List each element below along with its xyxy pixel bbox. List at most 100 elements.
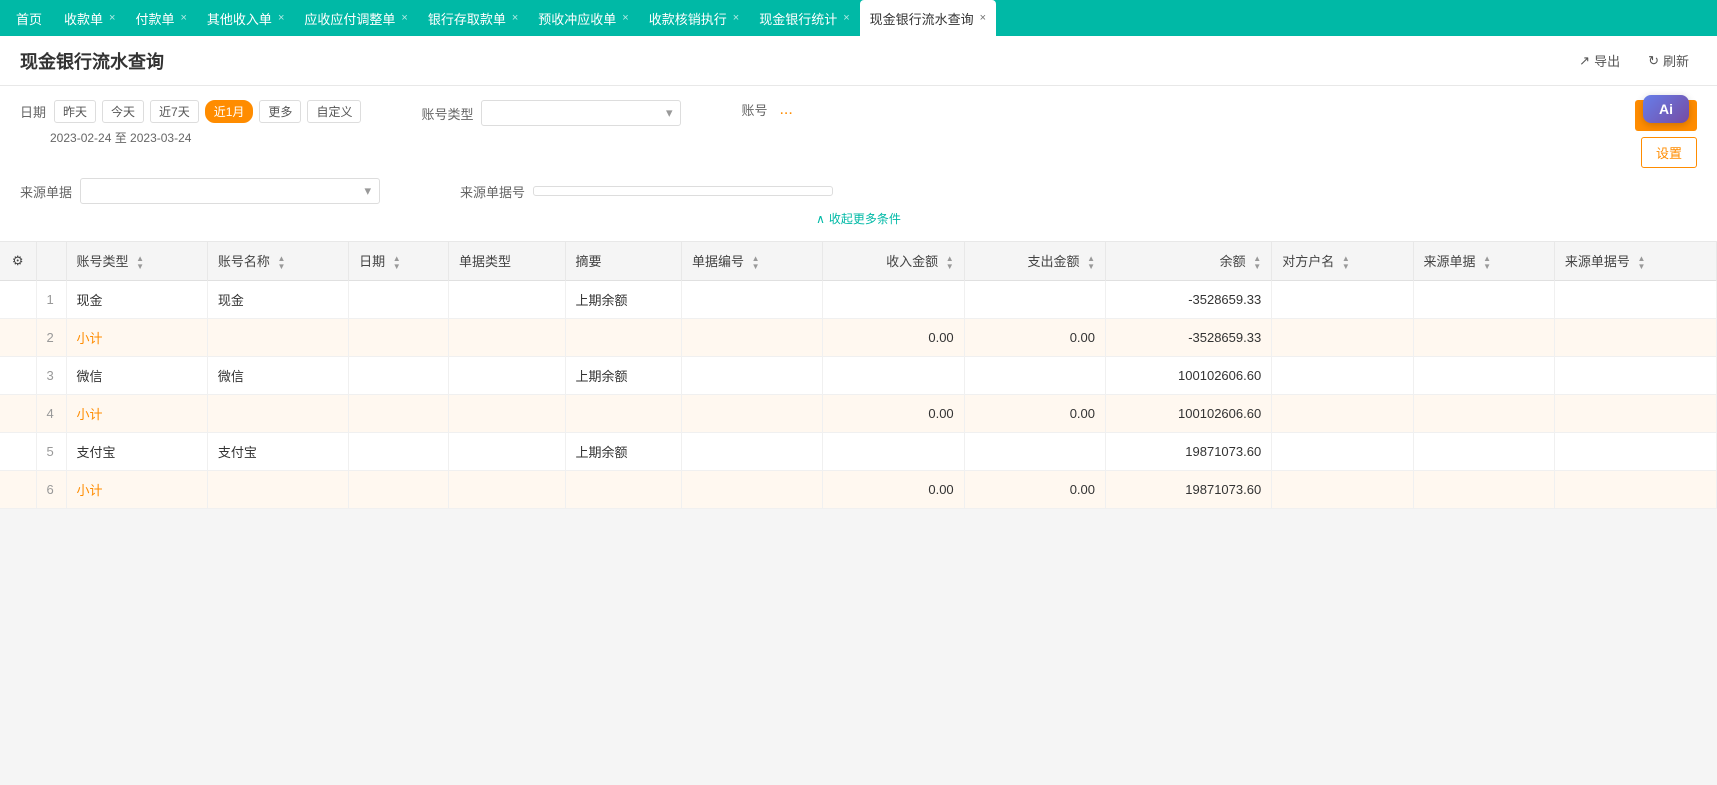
date-btn-today[interactable]: 今天 (102, 100, 144, 123)
cell-counterparty (1272, 318, 1413, 356)
cell-source-doc (1413, 394, 1554, 432)
account-dots[interactable]: ... (775, 101, 796, 119)
cell-account-name: 支付宝 (207, 432, 348, 470)
close-icon[interactable]: × (109, 12, 115, 24)
date-btn-yesterday[interactable]: 昨天 (54, 100, 96, 123)
cell-summary: 上期余额 (565, 356, 682, 394)
date-btn-custom[interactable]: 自定义 (307, 100, 361, 123)
close-icon[interactable]: × (843, 12, 849, 24)
nav-home[interactable]: 首页 (4, 9, 54, 28)
date-btn-7days[interactable]: 近7天 (150, 100, 199, 123)
table-col-date[interactable]: 日期 ▲▼ (349, 242, 449, 280)
account-type-select[interactable]: ▾ (481, 100, 681, 126)
table-col-expense[interactable]: 支出金额 ▲▼ (964, 242, 1105, 280)
cell-doc-no (682, 432, 823, 470)
sort-icon: ▲▼ (1087, 255, 1095, 271)
top-navigation: 首页 收款单 × 付款单 × 其他收入单 × 应收应付调整单 × 银行存取款单 … (0, 0, 1717, 36)
table-col-num (36, 242, 66, 280)
cell-account-type: 支付宝 (66, 432, 207, 470)
sort-icon: ▲▼ (1638, 255, 1646, 271)
cell-expense (964, 356, 1105, 394)
ai-assistant-badge[interactable]: Ai (1643, 95, 1689, 123)
table-row[interactable]: 2小计0.000.00-3528659.33 (0, 318, 1717, 356)
cell-source-doc-no (1554, 470, 1716, 508)
date-btn-1month[interactable]: 近1月 (205, 100, 254, 123)
cell-source-doc-no (1554, 432, 1716, 470)
nav-tab-预收冲应收单[interactable]: 预收冲应收单 × (528, 0, 638, 36)
close-icon[interactable]: × (180, 12, 186, 24)
table-body: 1现金现金上期余额-3528659.332小计0.000.00-3528659.… (0, 280, 1717, 508)
row-number: 3 (36, 356, 66, 394)
sort-icon: ▲▼ (752, 255, 760, 271)
table-row[interactable]: 6小计0.000.0019871073.60 (0, 470, 1717, 508)
nav-tab-付款单[interactable]: 付款单 × (125, 0, 196, 36)
cell-doc-no (682, 318, 823, 356)
settings-button[interactable]: 设置 (1641, 137, 1697, 168)
cell-summary (565, 394, 682, 432)
row-number: 1 (36, 280, 66, 318)
close-icon[interactable]: × (278, 12, 284, 24)
table-col-account-type[interactable]: 账号类型 ▲▼ (66, 242, 207, 280)
nav-tab-现金银行统计[interactable]: 现金银行统计 × (749, 0, 859, 36)
cell-source-doc (1413, 318, 1554, 356)
table-row[interactable]: 3微信微信上期余额100102606.60 (0, 356, 1717, 394)
cell-date (349, 356, 449, 394)
table-col-income[interactable]: 收入金额 ▲▼ (823, 242, 964, 280)
cell-source-doc-no (1554, 356, 1716, 394)
table-col-source-doc[interactable]: 来源单据 ▲▼ (1413, 242, 1554, 280)
cell-doc-type (448, 470, 565, 508)
nav-tab-银行存取款单[interactable]: 银行存取款单 × (418, 0, 528, 36)
nav-tab-收款核销执行[interactable]: 收款核销执行 × (639, 0, 749, 36)
cell-doc-type (448, 318, 565, 356)
nav-tab-应收应付调整单[interactable]: 应收应付调整单 × (294, 0, 417, 36)
source-doc-select[interactable]: ▾ (80, 178, 380, 204)
export-icon: ↗ (1579, 53, 1590, 69)
cell-account-type: 小计 (66, 394, 207, 432)
table-row[interactable]: 4小计0.000.00100102606.60 (0, 394, 1717, 432)
table-col-account-name[interactable]: 账号名称 ▲▼ (207, 242, 348, 280)
close-icon[interactable]: × (733, 12, 739, 24)
cell-summary (565, 318, 682, 356)
cell-income (823, 356, 964, 394)
cell-counterparty (1272, 470, 1413, 508)
cell-doc-type (448, 432, 565, 470)
cell-account-name (207, 318, 348, 356)
source-doc-num-input[interactable] (533, 186, 833, 196)
cell-balance: 100102606.60 (1106, 394, 1272, 432)
nav-tab-其他收入单[interactable]: 其他收入单 × (197, 0, 294, 36)
cell-expense: 0.00 (964, 318, 1105, 356)
cell-account-type: 小计 (66, 318, 207, 356)
cell-counterparty (1272, 432, 1413, 470)
table-col-balance[interactable]: 余额 ▲▼ (1106, 242, 1272, 280)
cell-income (823, 432, 964, 470)
chevron-up-icon: ∧ (816, 212, 825, 226)
close-icon[interactable]: × (401, 12, 407, 24)
close-icon[interactable]: × (622, 12, 628, 24)
table-col-counterparty[interactable]: 对方户名 ▲▼ (1272, 242, 1413, 280)
export-button[interactable]: ↗ 导出 (1571, 47, 1628, 74)
sort-icon: ▲▼ (393, 255, 401, 271)
collapse-bar[interactable]: ∧ 收起更多条件 (20, 206, 1697, 231)
filter-area: 日期 昨天 今天 近7天 近1月 更多 自定义 2023-02-24 至 202… (0, 86, 1717, 242)
close-icon[interactable]: × (980, 12, 986, 24)
table-col-source-doc-no[interactable]: 来源单据号 ▲▼ (1554, 242, 1716, 280)
chevron-down-icon: ▾ (666, 105, 673, 121)
table-row[interactable]: 1现金现金上期余额-3528659.33 (0, 280, 1717, 318)
table-col-gear[interactable]: ⚙ (0, 242, 36, 280)
sort-icon: ▲▼ (136, 255, 144, 271)
date-btn-more[interactable]: 更多 (259, 100, 301, 123)
row-gear (0, 432, 36, 470)
cell-account-type: 现金 (66, 280, 207, 318)
cell-source-doc (1413, 356, 1554, 394)
refresh-button[interactable]: ↻ 刷新 (1640, 47, 1697, 74)
cell-expense: 0.00 (964, 394, 1105, 432)
nav-tab-现金银行流水查询[interactable]: 现金银行流水查询 × (860, 0, 996, 36)
cell-doc-type (448, 356, 565, 394)
close-icon[interactable]: × (512, 12, 518, 24)
row-number: 2 (36, 318, 66, 356)
nav-tab-收款单[interactable]: 收款单 × (54, 0, 125, 36)
table-row[interactable]: 5支付宝支付宝上期余额19871073.60 (0, 432, 1717, 470)
table-col-doc-no[interactable]: 单据编号 ▲▼ (682, 242, 823, 280)
cell-doc-type (448, 394, 565, 432)
sort-icon: ▲▼ (946, 255, 954, 271)
